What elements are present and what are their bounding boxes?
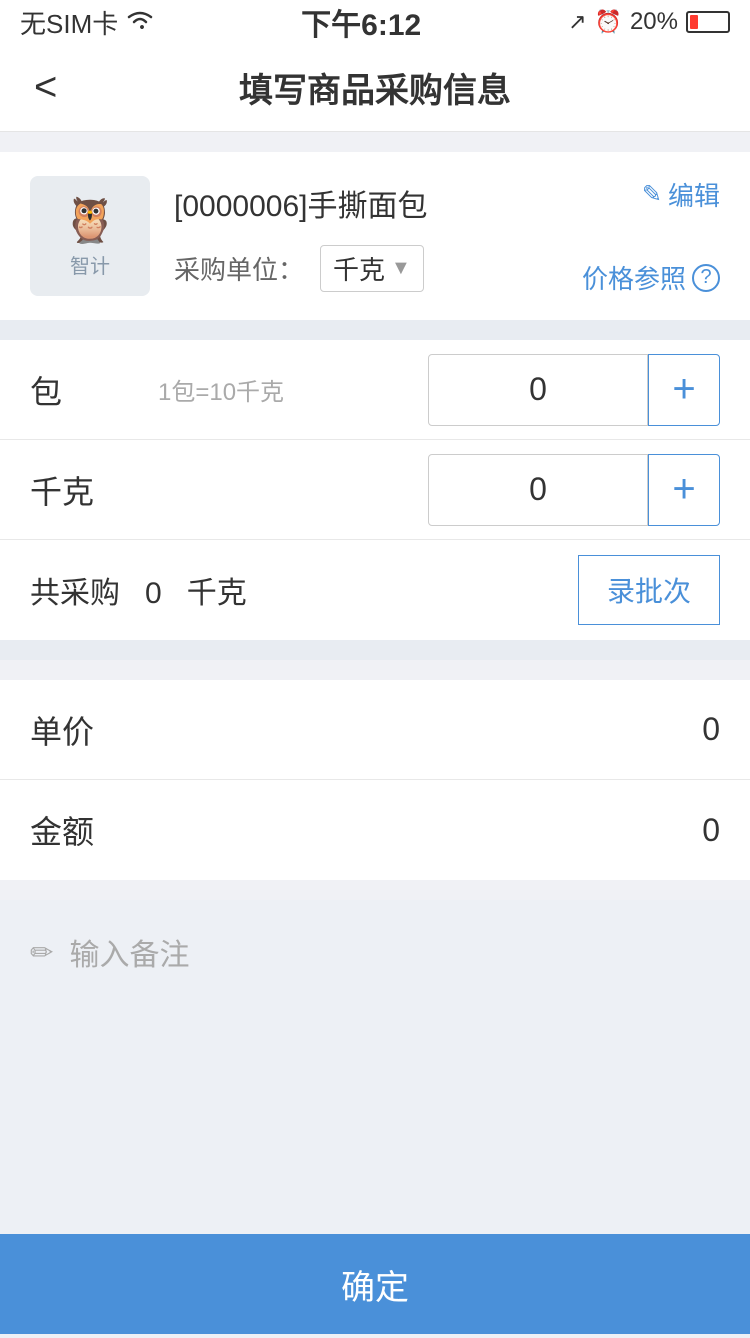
pencil-icon: ✏ (30, 936, 53, 969)
back-button[interactable]: < (24, 55, 67, 120)
unit-price-value: 0 (702, 711, 720, 748)
carrier-label: 无SIM卡 (20, 4, 118, 41)
confirm-bar[interactable]: 确定 (0, 1234, 750, 1334)
edit-label: 编辑 (668, 176, 720, 213)
product-img-owl-icon: 🦉 (63, 194, 118, 246)
price-ref-label: 价格参照 (582, 259, 686, 296)
summary-value: 0 (145, 577, 162, 610)
question-icon: ? (692, 264, 720, 292)
dropdown-arrow-icon: ▼ (391, 257, 411, 280)
unit-value: 千克 (333, 250, 385, 287)
kg-value: 0 (529, 471, 547, 508)
amount-value: 0 (702, 812, 720, 849)
summary-row: 共采购 0 千克 录批次 (0, 540, 750, 640)
status-time: 下午6:12 (301, 0, 421, 44)
note-section[interactable]: ✏ 输入备注 (0, 900, 750, 1004)
kg-plus-icon: + (672, 467, 695, 512)
bag-input-row: 包 1包=10千克 0 + (0, 340, 750, 440)
status-left: 无SIM卡 (20, 4, 154, 41)
unit-select[interactable]: 千克 ▼ (320, 245, 424, 292)
summary-label: 共采购 (30, 577, 120, 610)
status-right: ↗ ⏰ 20% (568, 8, 730, 36)
edit-button[interactable]: ✎ 编辑 (642, 176, 720, 213)
price-ref-button[interactable]: 价格参照 ? (582, 259, 720, 296)
section-divider-1 (0, 320, 750, 340)
section-divider-2 (0, 640, 750, 660)
summary-text: 共采购 0 千克 (30, 568, 247, 612)
product-card: 🦉 智计 [0000006]手撕面包 采购单位： 千克 ▼ ✎ 编辑 价格参照 … (0, 152, 750, 320)
unit-label: 采购单位： (174, 250, 304, 287)
unit-price-label: 单价 (30, 707, 94, 753)
bag-value: 0 (529, 371, 547, 408)
page-title: 填写商品采购信息 (239, 63, 511, 112)
battery-percent: 20% (630, 8, 678, 36)
edit-icon: ✎ (642, 180, 662, 209)
kg-input-right: 0 + (428, 454, 720, 526)
bag-plus-button[interactable]: + (648, 354, 720, 426)
input-section: 包 1包=10千克 0 + 千克 0 + 共采购 0 (0, 340, 750, 640)
nav-bar: < 填写商品采购信息 (0, 44, 750, 132)
kg-plus-button[interactable]: + (648, 454, 720, 526)
kg-input-box[interactable]: 0 (428, 454, 648, 526)
wifi-icon (126, 7, 154, 38)
product-name: [0000006]手撕面包 (174, 181, 720, 225)
bag-sub-label: 1包=10千克 (158, 372, 284, 407)
confirm-button-label: 确定 (341, 1260, 409, 1309)
battery-icon (686, 11, 730, 33)
bag-input-box[interactable]: 0 (428, 354, 648, 426)
status-bar: 无SIM卡 下午6:12 ↗ ⏰ 20% (0, 0, 750, 44)
amount-row: 金额 0 (0, 780, 750, 880)
summary-unit: 千克 (187, 577, 247, 610)
kg-label: 千克 (30, 467, 150, 513)
amount-label: 金额 (30, 807, 94, 853)
product-img-label: 智计 (70, 250, 110, 279)
note-placeholder: 输入备注 (69, 930, 189, 974)
price-section: 单价 0 金额 0 (0, 680, 750, 880)
kg-input-row: 千克 0 + (0, 440, 750, 540)
record-batch-button[interactable]: 录批次 (578, 555, 720, 625)
alarm-icon: ⏰ (595, 9, 622, 35)
bag-label: 包 (30, 367, 150, 413)
bag-plus-icon: + (672, 367, 695, 412)
product-image: 🦉 智计 (30, 176, 150, 296)
location-icon: ↗ (568, 9, 586, 35)
bag-input-right: 0 + (428, 354, 720, 426)
unit-price-row: 单价 0 (0, 680, 750, 780)
